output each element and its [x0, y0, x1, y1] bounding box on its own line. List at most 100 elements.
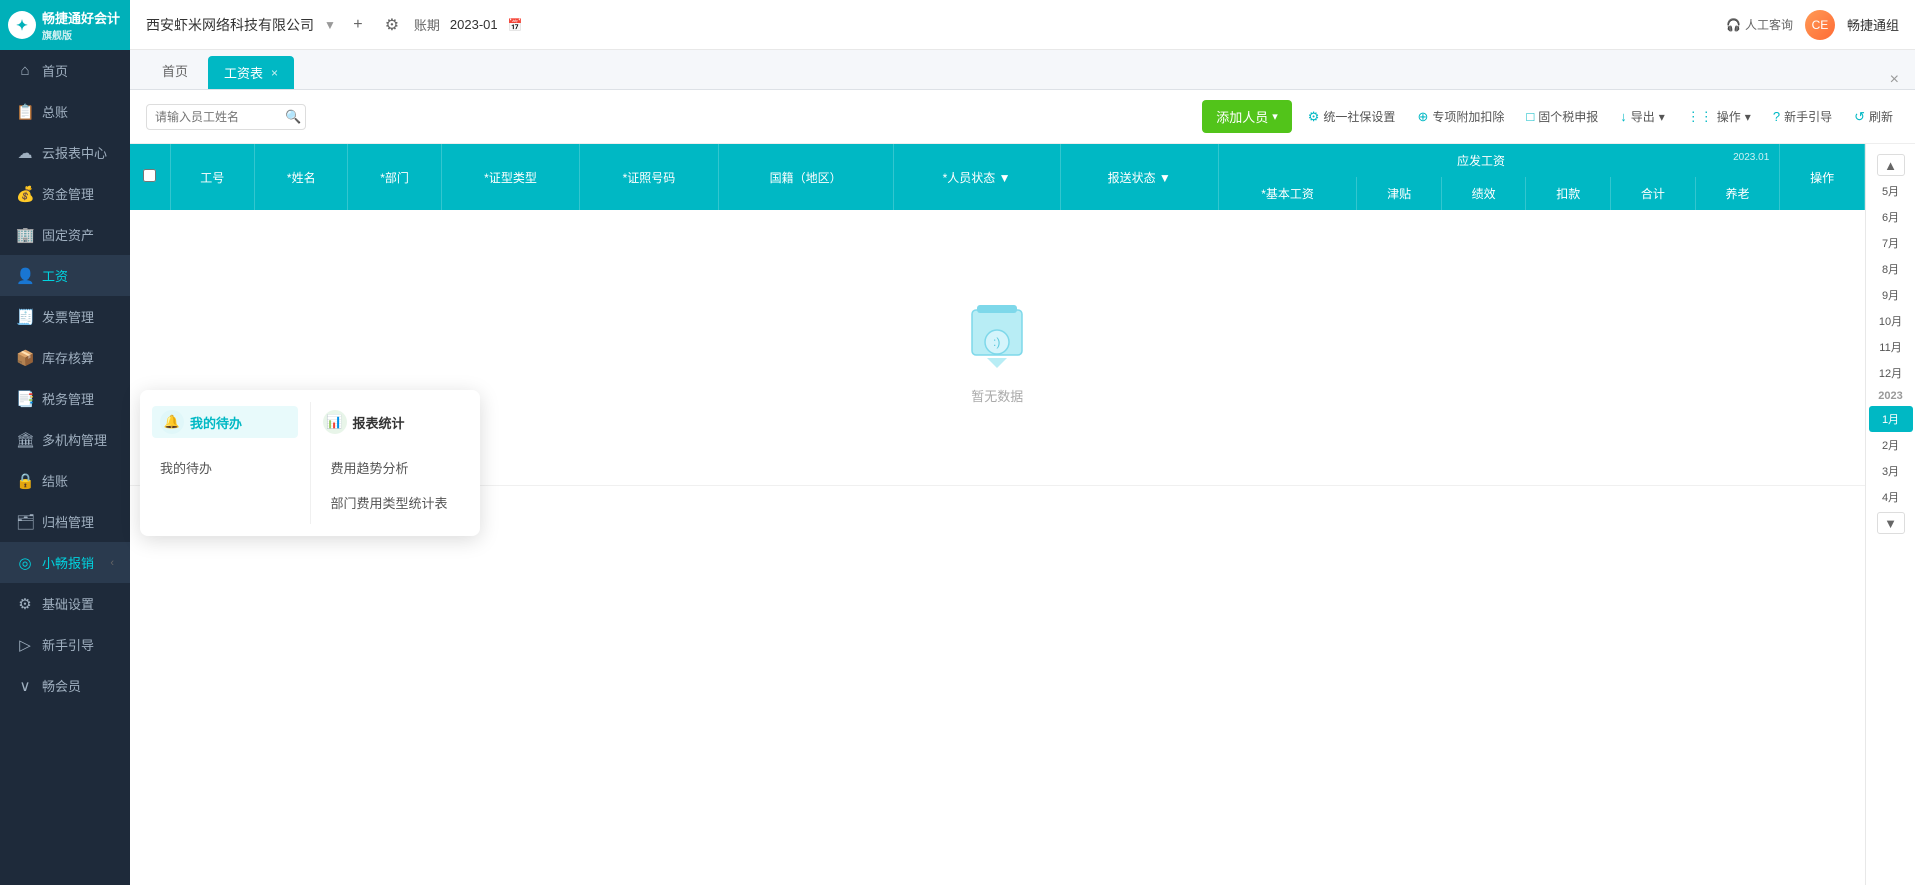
sidebar-item-general-ledger[interactable]: 📋 总账 [0, 91, 130, 132]
popup-item-dept-cost[interactable]: 部门费用类型统计表 [323, 485, 469, 520]
export-arrow: ▾ [1659, 110, 1665, 124]
basic-icon: ⚙ [16, 595, 34, 613]
popup-menu-inner: 🔔 我的待办 我的待办 📊 报表统计 费用趋势分析 部门费用类型统计表 [140, 390, 480, 536]
sidebar-item-multi-org[interactable]: 🏛 多机构管理 [0, 419, 130, 460]
sidebar-item-invoice[interactable]: 🧾 发票管理 [0, 296, 130, 337]
service-label: 人工客询 [1745, 16, 1793, 33]
toolbar-social-security[interactable]: ⚙ 统一社保设置 [1302, 104, 1402, 129]
sidebar-item-archive[interactable]: 🗂 归档管理 [0, 501, 130, 542]
sidebar-item-fund[interactable]: 💰 资金管理 [0, 173, 130, 214]
sidebar-label-salary: 工资 [42, 266, 68, 285]
company-name: 西安虾米网络科技有限公司 [146, 15, 314, 35]
month-item-4[interactable]: 4月 [1869, 484, 1913, 510]
sidebar-item-guide[interactable]: ▷ 新手引导 [0, 624, 130, 665]
service-btn[interactable]: 🎧 人工客询 [1726, 16, 1793, 33]
th-nationality: 国籍（地区） [718, 144, 893, 210]
inventory-icon: 📦 [16, 349, 34, 367]
search-input[interactable] [155, 110, 285, 124]
sidebar-item-basic[interactable]: ⚙ 基础设置 [0, 583, 130, 624]
guide-icon: ▷ [16, 636, 34, 654]
month-item-9[interactable]: 9月 [1869, 282, 1913, 308]
th-dept: *部门 [348, 144, 441, 210]
th-employee-no: 工号 [170, 144, 255, 210]
asset-icon: 🏢 [16, 226, 34, 244]
empty-illustration: :) [957, 290, 1037, 370]
salary-icon: 👤 [16, 267, 34, 285]
month-item-3[interactable]: 3月 [1869, 458, 1913, 484]
month-item-11[interactable]: 11月 [1869, 334, 1913, 360]
month-item-7[interactable]: 7月 [1869, 230, 1913, 256]
calendar-icon[interactable]: 📅 [508, 18, 523, 32]
popup-item-cost-trend[interactable]: 费用趋势分析 [323, 450, 469, 485]
toolbar-guide[interactable]: ? 新手引导 [1767, 104, 1838, 129]
refresh-icon: ↺ [1854, 109, 1865, 125]
company-dropdown-icon[interactable]: ▼ [324, 18, 336, 32]
month-item-1[interactable]: 1月 [1869, 406, 1913, 432]
sidebar-label-fund: 资金管理 [42, 184, 94, 203]
month-item-8[interactable]: 8月 [1869, 256, 1913, 282]
settings-btn[interactable]: ⚙ [380, 13, 404, 37]
operations-arrow: ▾ [1745, 110, 1751, 124]
month-item-12[interactable]: 12月 [1869, 360, 1913, 386]
sidebar-item-fixed-assets[interactable]: 🏢 固定资产 [0, 214, 130, 255]
select-all-checkbox[interactable] [143, 169, 156, 182]
sidebar-item-closing[interactable]: 🔒 结账 [0, 460, 130, 501]
sidebar-item-tax[interactable]: 📑 税务管理 [0, 378, 130, 419]
search-icon[interactable]: 🔍 [285, 109, 301, 125]
th-total: 合计 [1611, 177, 1696, 210]
toolbar-operations[interactable]: ⋮⋮ 操作 ▾ [1681, 104, 1757, 129]
popup-item-my-todo[interactable]: 我的待办 [152, 450, 298, 485]
sidebar-item-xiaochang[interactable]: ◎ 小畅报销 ‹ [0, 542, 130, 583]
popup-title-todo: 🔔 我的待办 [152, 406, 298, 438]
th-salary-group: 应发工资 2023.01 [1218, 144, 1779, 177]
sidebar-item-home[interactable]: ⌂ 首页 [0, 50, 130, 91]
report-stat-icon: 📊 [323, 410, 347, 434]
refresh-label: 刷新 [1869, 108, 1893, 125]
tax-icon: 📑 [16, 390, 34, 408]
toolbar-export[interactable]: ↓ 导出 ▾ [1614, 104, 1671, 129]
guide-label: 新手引导 [1784, 108, 1832, 125]
add-person-btn[interactable]: 添加人员 ▾ [1202, 100, 1292, 133]
logo-title: 畅捷通好会计 [42, 8, 120, 27]
tab-home[interactable]: 首页 [146, 54, 204, 89]
add-company-btn[interactable]: + [346, 13, 370, 37]
th-operation: 操作 [1780, 144, 1865, 210]
sidebar-item-member[interactable]: ∨ 畅会员 [0, 665, 130, 706]
app-logo: ✦ 畅捷通好会计 旗舰版 [0, 0, 130, 50]
toolbar-deduction[interactable]: ⊕ 专项附加扣除 [1411, 104, 1510, 129]
home-icon: ⌂ [16, 62, 34, 79]
tabbar: 首页 工资表 × × [130, 50, 1915, 90]
sidebar-item-inventory[interactable]: 📦 库存核算 [0, 337, 130, 378]
period-value[interactable]: 2023-01 [450, 17, 498, 32]
toolbar: 🔍 添加人员 ▾ ⚙ 统一社保设置 ⊕ 专项附加扣除 □ 固个税申报 [130, 90, 1915, 144]
window-close-btn[interactable]: × [1890, 71, 1899, 89]
month-item-2[interactable]: 2月 [1869, 432, 1913, 458]
operations-icon: ⋮⋮ [1687, 109, 1713, 125]
sidebar-label-archive: 归档管理 [42, 512, 94, 531]
tab-salary[interactable]: 工资表 × [208, 56, 294, 89]
month-scroll-up[interactable]: ▲ [1877, 154, 1905, 176]
month-item-5[interactable]: 5月 [1869, 178, 1913, 204]
sidebar-label-fixed-assets: 固定资产 [42, 225, 94, 244]
deduction-icon: ⊕ [1417, 109, 1428, 125]
tab-close-salary[interactable]: × [271, 66, 278, 80]
invoice-icon: 🧾 [16, 308, 34, 326]
sidebar-item-report-center[interactable]: ☁ 云报表中心 [0, 132, 130, 173]
social-security-icon: ⚙ [1308, 109, 1320, 125]
toolbar-refresh[interactable]: ↺ 刷新 [1848, 104, 1899, 129]
sidebar-label-general-ledger: 总账 [42, 102, 68, 121]
xiaochang-icon: ◎ [16, 554, 34, 572]
headset-icon: 🎧 [1726, 18, 1741, 32]
month-sidebar: ▲ 5月 6月 7月 8月 9月 10月 11月 12月 2023 1月 2月 … [1865, 144, 1915, 885]
archive-icon: 🗂 [16, 513, 34, 531]
toolbar-tax-report[interactable]: □ 固个税申报 [1520, 104, 1604, 129]
sidebar-item-salary[interactable]: 👤 工资 [0, 255, 130, 296]
topbar-right: 🎧 人工客询 CE 畅捷通组 [1726, 10, 1899, 40]
sidebar-label-report-center: 云报表中心 [42, 143, 107, 162]
month-scroll-down[interactable]: ▼ [1877, 512, 1905, 534]
month-item-10[interactable]: 10月 [1869, 308, 1913, 334]
tax-report-icon: □ [1526, 109, 1534, 124]
sidebar-label-invoice: 发票管理 [42, 307, 94, 326]
add-person-label: 添加人员 [1216, 107, 1268, 126]
month-item-6[interactable]: 6月 [1869, 204, 1913, 230]
